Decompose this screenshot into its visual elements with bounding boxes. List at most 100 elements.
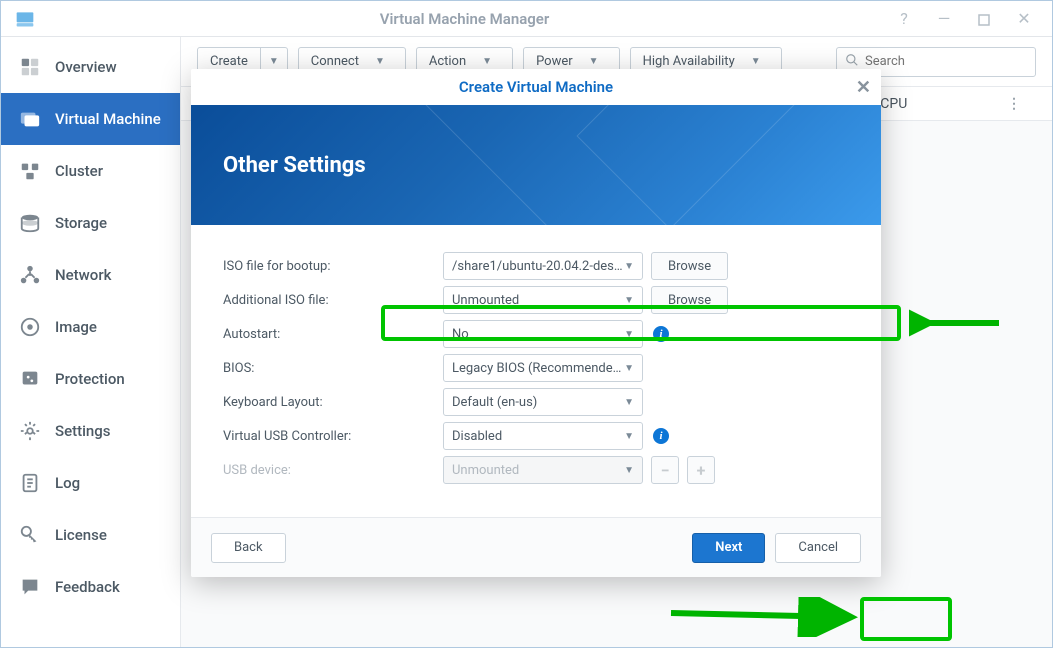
app-icon: [15, 9, 35, 29]
sidebar-item-protection[interactable]: Protection: [1, 353, 180, 405]
bios-label: BIOS:: [223, 361, 443, 376]
feedback-icon: [19, 576, 41, 598]
caret-down-icon: ▼: [624, 465, 634, 476]
row-usb-controller: Virtual USB Controller: Disabled ▼ i: [223, 419, 849, 453]
modal-heading: Other Settings: [223, 153, 366, 178]
vm-icon: [19, 108, 41, 130]
iso-boot-value: /share1/ubuntu-20.04.2-desktop-amd64.iso: [452, 259, 624, 274]
modal-footer: Back Next Cancel: [191, 517, 881, 577]
caret-down-icon: ▼: [261, 56, 287, 67]
sidebar-item-network[interactable]: Network: [1, 249, 180, 301]
caret-down-icon: ▼: [624, 295, 634, 306]
addl-iso-browse-button[interactable]: Browse: [651, 286, 728, 314]
caret-down-icon: ▼: [624, 397, 634, 408]
next-button[interactable]: Next: [692, 533, 765, 563]
minimize-button[interactable]: —: [924, 9, 964, 28]
modal-close-button[interactable]: ✕: [856, 77, 871, 98]
info-icon[interactable]: i: [653, 326, 669, 342]
sidebar-item-label: Feedback: [55, 578, 120, 596]
ha-label: High Availability: [643, 54, 735, 69]
window-title: Virtual Machine Manager: [45, 10, 884, 28]
close-button[interactable]: ✕: [1004, 9, 1044, 28]
row-usb-device: USB device: Unmounted ▼ − +: [223, 453, 849, 487]
caret-down-icon: ▼: [624, 329, 634, 340]
sidebar-item-label: Network: [55, 266, 111, 284]
keyboard-label: Keyboard Layout:: [223, 395, 443, 410]
sidebar-item-feedback[interactable]: Feedback: [1, 561, 180, 613]
autostart-label: Autostart:: [223, 327, 443, 342]
row-iso-boot: ISO file for bootup: /share1/ubuntu-20.0…: [223, 249, 849, 283]
sidebar: Overview Virtual Machine Cluster Storage…: [1, 37, 181, 647]
sidebar-item-overview[interactable]: Overview: [1, 41, 180, 93]
addl-iso-label: Additional ISO file:: [223, 293, 443, 308]
caret-down-icon: ▼: [367, 56, 393, 67]
title-bar: Virtual Machine Manager ? — ✕: [1, 1, 1052, 37]
sidebar-item-license[interactable]: License: [1, 509, 180, 561]
create-vm-modal: Create Virtual Machine ✕ Other Settings …: [191, 69, 881, 577]
row-additional-iso: Additional ISO file: Unmounted ▼ Browse: [223, 283, 849, 317]
overview-icon: [19, 56, 41, 78]
sidebar-item-label: Log: [55, 474, 80, 492]
connect-label: Connect: [311, 54, 359, 69]
usbdev-value: Unmounted: [452, 463, 624, 478]
caret-down-icon: ▼: [624, 431, 634, 442]
caret-down-icon: ▼: [581, 56, 607, 67]
keyboard-value: Default (en-us): [452, 395, 624, 410]
usbctrl-select[interactable]: Disabled ▼: [443, 422, 643, 450]
usbctrl-value: Disabled: [452, 429, 624, 444]
usbdev-remove-button: −: [651, 456, 679, 484]
network-icon: [19, 264, 41, 286]
modal-title: Create Virtual Machine: [459, 78, 613, 96]
iso-boot-browse-button[interactable]: Browse: [651, 252, 728, 280]
back-button[interactable]: Back: [211, 533, 286, 563]
sidebar-item-cluster[interactable]: Cluster: [1, 145, 180, 197]
sidebar-item-virtual-machine[interactable]: Virtual Machine: [1, 93, 180, 145]
sidebar-item-label: License: [55, 526, 107, 544]
settings-icon: [19, 420, 41, 442]
sidebar-item-log[interactable]: Log: [1, 457, 180, 509]
form-area: ISO file for bootup: /share1/ubuntu-20.0…: [191, 225, 881, 517]
modal-title-bar: Create Virtual Machine ✕: [191, 69, 881, 105]
column-options-icon[interactable]: ⋮: [1007, 96, 1022, 112]
iso-boot-select[interactable]: /share1/ubuntu-20.04.2-desktop-amd64.iso…: [443, 252, 643, 280]
addl-iso-value: Unmounted: [452, 293, 624, 308]
power-label: Power: [536, 54, 573, 69]
bios-value: Legacy BIOS (Recommended): [452, 361, 624, 376]
caret-down-icon: ▼: [624, 363, 634, 374]
autostart-select[interactable]: No ▼: [443, 320, 643, 348]
caret-down-icon: ▼: [743, 56, 769, 67]
caret-down-icon: ▼: [474, 56, 500, 67]
image-icon: [19, 316, 41, 338]
info-icon[interactable]: i: [653, 428, 669, 444]
cluster-icon: [19, 160, 41, 182]
maximize-button[interactable]: [964, 9, 1004, 28]
action-label: Action: [429, 54, 466, 69]
bios-select[interactable]: Legacy BIOS (Recommended) ▼: [443, 354, 643, 382]
sidebar-item-image[interactable]: Image: [1, 301, 180, 353]
sidebar-item-label: Image: [55, 318, 97, 336]
sidebar-item-label: Protection: [55, 370, 125, 388]
addl-iso-select[interactable]: Unmounted ▼: [443, 286, 643, 314]
cancel-button[interactable]: Cancel: [775, 533, 861, 563]
sidebar-item-label: Overview: [55, 58, 117, 76]
modal-banner: Other Settings: [191, 105, 881, 225]
iso-boot-label: ISO file for bootup:: [223, 259, 443, 274]
row-bios: BIOS: Legacy BIOS (Recommended) ▼: [223, 351, 849, 385]
row-keyboard: Keyboard Layout: Default (en-us) ▼: [223, 385, 849, 419]
sidebar-item-label: Storage: [55, 214, 107, 232]
sidebar-item-storage[interactable]: Storage: [1, 197, 180, 249]
sidebar-item-label: Cluster: [55, 162, 103, 180]
usbdev-select: Unmounted ▼: [443, 456, 643, 484]
help-button[interactable]: ?: [884, 9, 924, 28]
usbdev-label: USB device:: [223, 463, 443, 478]
protection-icon: [19, 368, 41, 390]
keyboard-select[interactable]: Default (en-us) ▼: [443, 388, 643, 416]
usbdev-add-button: +: [687, 456, 715, 484]
autostart-value: No: [452, 327, 624, 342]
storage-icon: [19, 212, 41, 234]
app-window: Virtual Machine Manager ? — ✕ Overview V…: [0, 0, 1053, 648]
search-input[interactable]: [859, 53, 1033, 70]
row-autostart: Autostart: No ▼ i: [223, 317, 849, 351]
sidebar-item-settings[interactable]: Settings: [1, 405, 180, 457]
license-icon: [19, 524, 41, 546]
